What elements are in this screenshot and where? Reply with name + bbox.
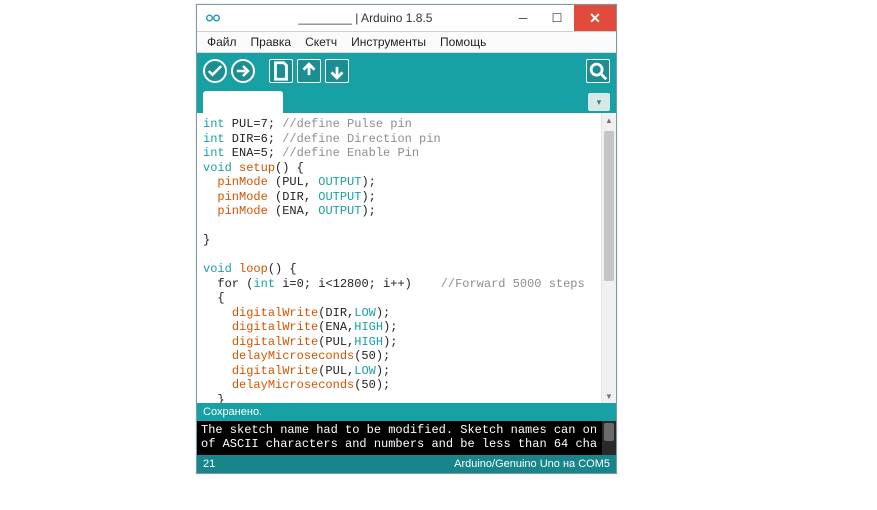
scroll-up-icon[interactable]: ▲ bbox=[602, 113, 616, 127]
console: The sketch name had to be modified. Sket… bbox=[197, 421, 616, 455]
save-button[interactable] bbox=[325, 59, 349, 83]
status-text: Сохранено. bbox=[203, 406, 262, 418]
verify-button[interactable] bbox=[203, 59, 227, 83]
window-controls: ─ ☐ ✕ bbox=[506, 5, 616, 31]
editor-area: int PUL=7; //define Pulse pin int DIR=6;… bbox=[197, 113, 616, 403]
menu-sketch[interactable]: Скетч bbox=[299, 33, 343, 51]
serial-monitor-button[interactable] bbox=[586, 59, 610, 83]
menubar: Файл Правка Скетч Инструменты Помощь bbox=[197, 32, 616, 53]
board-info: Arduino/Genuino Uno на COM5 bbox=[454, 458, 610, 470]
arduino-window: ________ | Arduino 1.8.5 ─ ☐ ✕ Файл Прав… bbox=[196, 4, 617, 474]
open-button[interactable] bbox=[297, 59, 321, 83]
maximize-button[interactable]: ☐ bbox=[540, 5, 574, 31]
new-button[interactable] bbox=[269, 59, 293, 83]
footer-bar: 21 Arduino/Genuino Uno на COM5 bbox=[197, 455, 616, 473]
arduino-logo-icon bbox=[201, 6, 225, 30]
line-number: 21 bbox=[203, 458, 215, 470]
editor-scrollbar[interactable]: ▲ ▼ bbox=[601, 113, 616, 403]
menu-file[interactable]: Файл bbox=[201, 33, 243, 51]
tab-strip: ▾ bbox=[197, 89, 616, 113]
console-scrollbar[interactable] bbox=[602, 421, 616, 455]
toolbar bbox=[197, 53, 616, 89]
console-text: The sketch name had to be modified. Sket… bbox=[201, 423, 598, 453]
scroll-thumb[interactable] bbox=[604, 131, 614, 281]
menu-help[interactable]: Помощь bbox=[434, 33, 492, 51]
console-scroll-thumb[interactable] bbox=[604, 423, 614, 441]
titlebar[interactable]: ________ | Arduino 1.8.5 ─ ☐ ✕ bbox=[197, 5, 616, 32]
upload-button[interactable] bbox=[231, 59, 255, 83]
status-bar: Сохранено. bbox=[197, 403, 616, 421]
minimize-button[interactable]: ─ bbox=[506, 5, 540, 31]
menu-edit[interactable]: Правка bbox=[245, 33, 298, 51]
close-button[interactable]: ✕ bbox=[574, 5, 616, 31]
scroll-down-icon[interactable]: ▼ bbox=[602, 389, 616, 403]
window-title: ________ | Arduino 1.8.5 bbox=[225, 11, 506, 25]
code-editor[interactable]: int PUL=7; //define Pulse pin int DIR=6;… bbox=[197, 113, 601, 403]
tab-menu-button[interactable]: ▾ bbox=[588, 93, 610, 111]
tab-active[interactable] bbox=[203, 91, 283, 113]
menu-tools[interactable]: Инструменты bbox=[345, 33, 432, 51]
